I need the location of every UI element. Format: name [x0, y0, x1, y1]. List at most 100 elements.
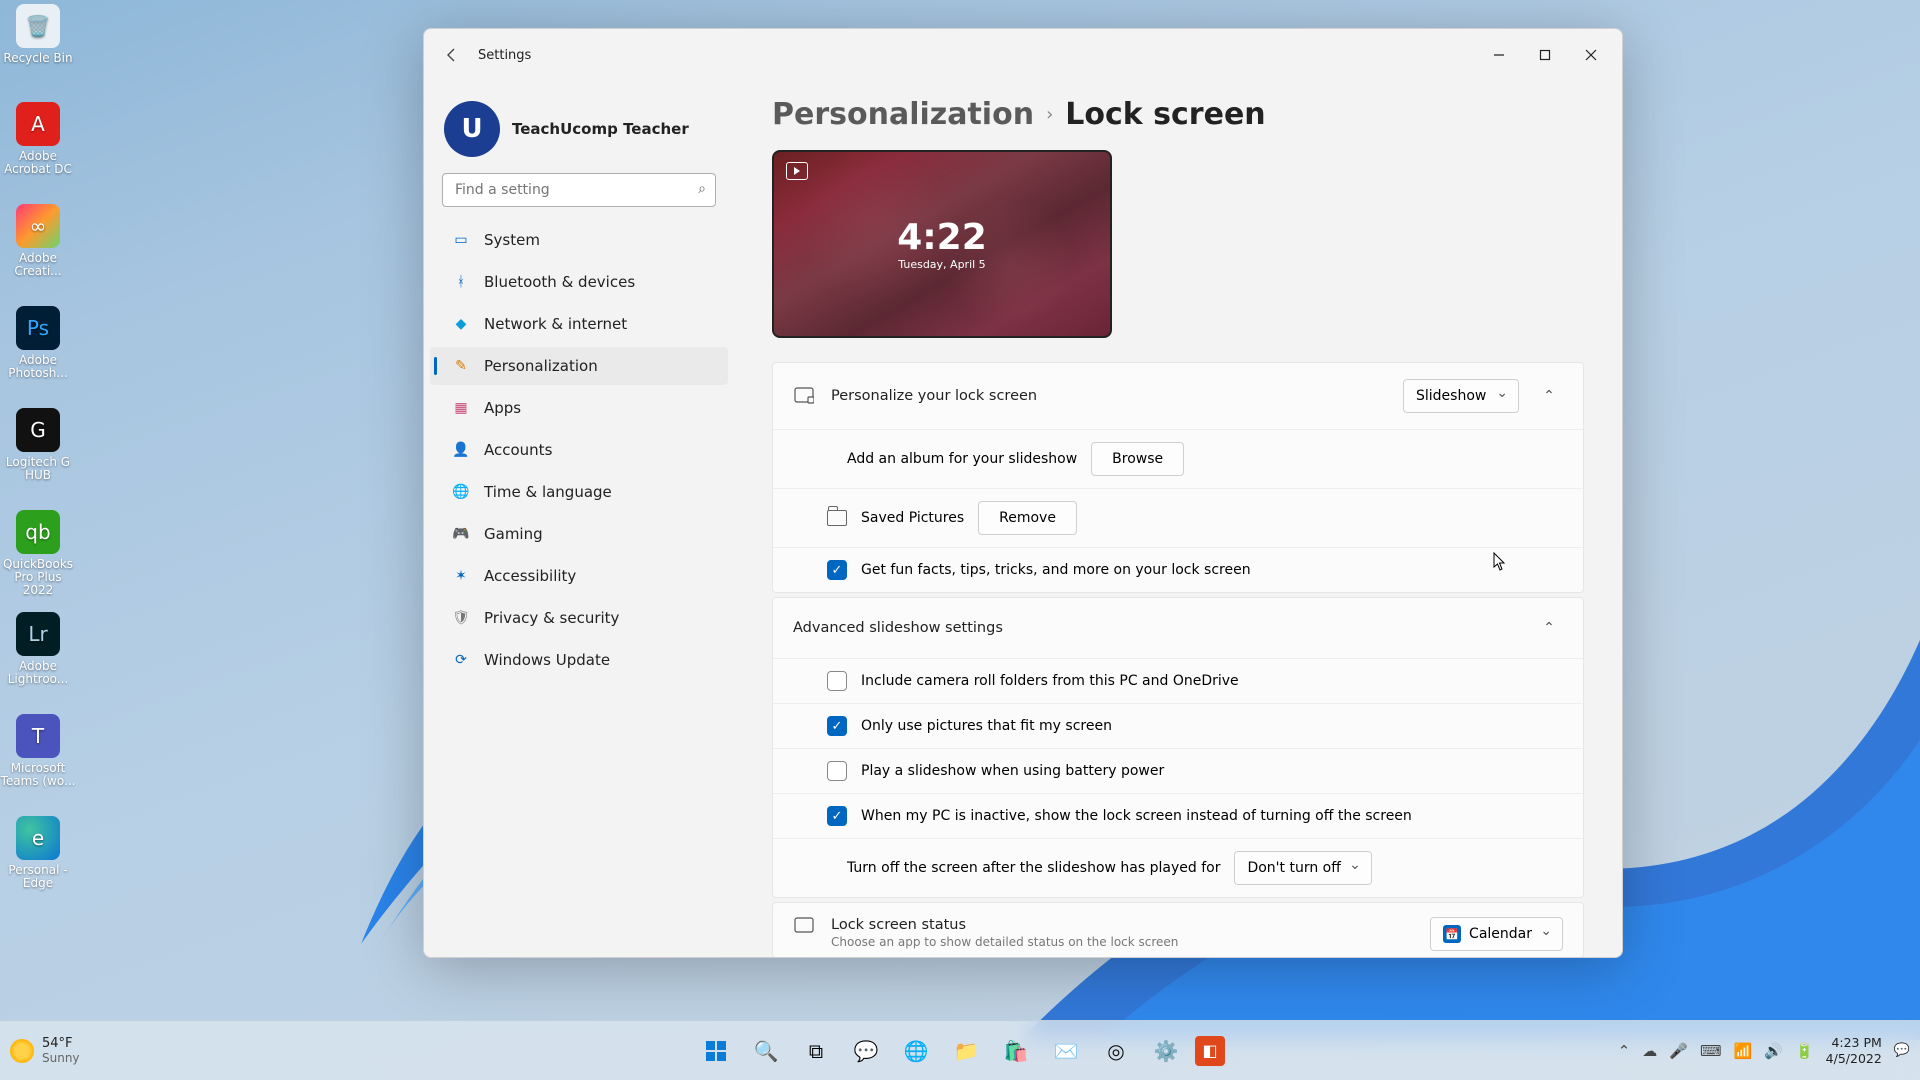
profile-name: TeachUcomp Teacher: [512, 120, 689, 138]
personalize-mode-dropdown[interactable]: Slideshow: [1403, 379, 1519, 413]
app-icon[interactable]: ◎: [1095, 1030, 1137, 1072]
avatar: U: [444, 101, 500, 157]
search-icon[interactable]: 🔍: [745, 1030, 787, 1072]
fit-screen-checkbox[interactable]: [827, 716, 847, 736]
battery-label: Play a slideshow when using battery powe…: [861, 763, 1164, 779]
settings-icon[interactable]: ⚙️: [1145, 1030, 1187, 1072]
desktop-icon-photoshop[interactable]: PsAdobe Photosh...: [0, 306, 76, 380]
onedrive-icon[interactable]: ☁: [1642, 1042, 1657, 1060]
taskbar-clock[interactable]: 4:23 PM 4/5/2022: [1826, 1035, 1882, 1066]
mic-icon[interactable]: 🎤: [1669, 1042, 1688, 1060]
store-icon[interactable]: 🛍️: [995, 1030, 1037, 1072]
minimize-button[interactable]: [1476, 35, 1522, 75]
titlebar: Settings: [424, 29, 1622, 81]
taskbar-right: ⌃ ☁ 🎤 ⌨ 📶 🔊 🔋 4:23 PM 4/5/2022 💬: [1618, 1035, 1910, 1066]
desktop-icon-teams[interactable]: TMicrosoft Teams (wo...: [0, 714, 76, 788]
advanced-card: Advanced slideshow settings ⌃ Include ca…: [772, 597, 1584, 898]
inactive-checkbox[interactable]: [827, 806, 847, 826]
chat-icon[interactable]: 💬: [845, 1030, 887, 1072]
nav-privacy[interactable]: 🛡Privacy & security: [430, 599, 728, 637]
snagit-icon[interactable]: ◧: [1195, 1036, 1225, 1066]
collapse-icon[interactable]: ⌃: [1535, 614, 1563, 642]
weather-icon: [10, 1039, 34, 1063]
close-button[interactable]: [1568, 35, 1614, 75]
preview-time: 4:22: [897, 217, 987, 258]
breadcrumb: Personalization › Lock screen: [772, 97, 1584, 132]
saved-pictures-label: Saved Pictures: [861, 510, 964, 526]
status-icon: [793, 917, 815, 935]
personalize-label: Personalize your lock screen: [831, 388, 1387, 404]
desktop-icon-logitech[interactable]: GLogitech G HUB: [0, 408, 76, 482]
lock-screen-preview: 4:22 Tuesday, April 5: [772, 150, 1112, 338]
settings-window: Settings U TeachUcomp Teacher ⌕ ▭System …: [423, 28, 1623, 958]
desktop-icon-recycle-bin[interactable]: 🗑️Recycle Bin: [0, 4, 76, 65]
fun-facts-label: Get fun facts, tips, tricks, and more on…: [861, 562, 1251, 578]
slideshow-play-icon: [786, 162, 808, 180]
status-app-dropdown[interactable]: 📅 Calendar: [1430, 917, 1563, 951]
wifi-icon[interactable]: 📶: [1734, 1042, 1753, 1060]
status-card: Lock screen status Choose an app to show…: [772, 902, 1584, 957]
status-title: Lock screen status: [831, 917, 1414, 933]
desktop-icon-creative-cloud[interactable]: ∞Adobe Creati...: [0, 204, 76, 278]
turnoff-dropdown[interactable]: Don't turn off: [1234, 851, 1371, 885]
taskbar: 54°FSunny 🔍 ⧉ 💬 🌐 📁 🛍️ ✉️ ◎ ⚙️ ◧ ⌃ ☁ 🎤 ⌨…: [0, 1020, 1920, 1080]
add-album-label: Add an album for your slideshow: [847, 451, 1077, 467]
search-input[interactable]: [442, 173, 716, 207]
lock-screen-icon: [793, 387, 815, 405]
desktop-icon-edge[interactable]: ePersonal - Edge: [0, 816, 76, 890]
mail-icon[interactable]: ✉️: [1045, 1030, 1087, 1072]
desktop-icon-lightroom[interactable]: LrAdobe Lightroo...: [0, 612, 76, 686]
main-content: Personalization › Lock screen 4:22 Tuesd…: [734, 81, 1622, 957]
nav-accounts[interactable]: 👤Accounts: [430, 431, 728, 469]
fun-facts-checkbox[interactable]: [827, 560, 847, 580]
status-sub: Choose an app to show detailed status on…: [831, 935, 1414, 949]
nav-time[interactable]: 🌐Time & language: [430, 473, 728, 511]
window-title: Settings: [478, 48, 531, 63]
nav-update[interactable]: ⟳Windows Update: [430, 641, 728, 679]
edge-icon[interactable]: 🌐: [895, 1030, 937, 1072]
desktop-icon-acrobat[interactable]: AAdobe Acrobat DC: [0, 102, 76, 176]
nav-network[interactable]: ◆Network & internet: [430, 305, 728, 343]
explorer-icon[interactable]: 📁: [945, 1030, 987, 1072]
taskbar-center: 🔍 ⧉ 💬 🌐 📁 🛍️ ✉️ ◎ ⚙️ ◧: [695, 1030, 1225, 1072]
personalize-card: Personalize your lock screen Slideshow ⌃…: [772, 362, 1584, 593]
search-wrapper: ⌕: [430, 173, 728, 207]
search-icon: ⌕: [698, 181, 706, 197]
language-icon[interactable]: ⌨: [1700, 1042, 1722, 1060]
profile[interactable]: U TeachUcomp Teacher: [430, 89, 728, 169]
inactive-label: When my PC is inactive, show the lock sc…: [861, 808, 1412, 824]
breadcrumb-current: Lock screen: [1065, 97, 1265, 132]
include-camera-roll-checkbox[interactable]: [827, 671, 847, 691]
breadcrumb-parent[interactable]: Personalization: [772, 97, 1034, 132]
battery-checkbox[interactable]: [827, 761, 847, 781]
nav-gaming[interactable]: 🎮Gaming: [430, 515, 728, 553]
taskbar-weather[interactable]: 54°FSunny: [10, 1036, 80, 1065]
folder-icon: [827, 510, 847, 526]
mouse-cursor: [1493, 552, 1507, 572]
tray-expand-icon[interactable]: ⌃: [1618, 1042, 1631, 1060]
sidebar: U TeachUcomp Teacher ⌕ ▭System ᚼBluetoot…: [424, 81, 734, 957]
fit-screen-label: Only use pictures that fit my screen: [861, 718, 1112, 734]
nav-bluetooth[interactable]: ᚼBluetooth & devices: [430, 263, 728, 301]
collapse-icon[interactable]: ⌃: [1535, 382, 1563, 410]
nav-personalization[interactable]: ✎Personalization: [430, 347, 728, 385]
desktop-icon-quickbooks[interactable]: qbQuickBooks Pro Plus 2022: [0, 510, 76, 598]
nav-system[interactable]: ▭System: [430, 221, 728, 259]
back-button[interactable]: [432, 35, 472, 75]
battery-icon[interactable]: 🔋: [1795, 1042, 1814, 1060]
camera-roll-label: Include camera roll folders from this PC…: [861, 673, 1239, 689]
remove-button[interactable]: Remove: [978, 501, 1077, 535]
notification-icon[interactable]: 💬: [1894, 1043, 1910, 1058]
volume-icon[interactable]: 🔊: [1764, 1042, 1783, 1060]
calendar-icon: 📅: [1443, 925, 1461, 943]
maximize-button[interactable]: [1522, 35, 1568, 75]
nav-accessibility[interactable]: ✶Accessibility: [430, 557, 728, 595]
start-button[interactable]: [695, 1030, 737, 1072]
task-view-icon[interactable]: ⧉: [795, 1030, 837, 1072]
browse-button[interactable]: Browse: [1091, 442, 1184, 476]
preview-date: Tuesday, April 5: [898, 258, 985, 271]
turnoff-label: Turn off the screen after the slideshow …: [847, 860, 1220, 876]
chevron-right-icon: ›: [1046, 104, 1053, 125]
nav-apps[interactable]: ▦Apps: [430, 389, 728, 427]
advanced-title: Advanced slideshow settings: [793, 620, 1519, 636]
